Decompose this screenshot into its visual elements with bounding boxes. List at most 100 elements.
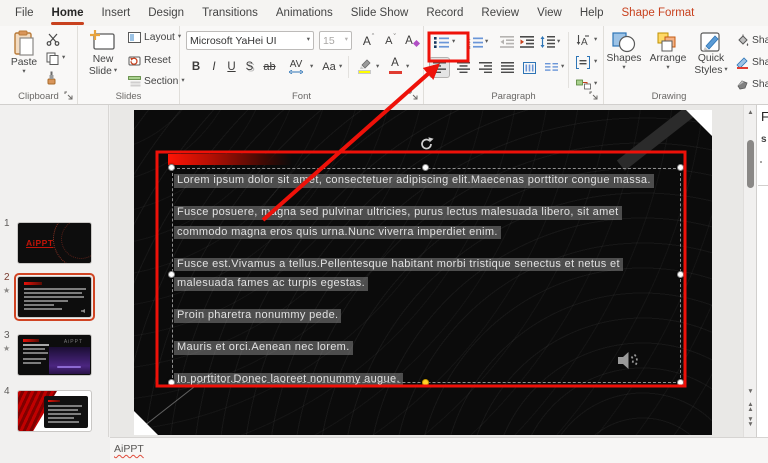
font-dialog-launcher[interactable] xyxy=(409,91,419,101)
numbering-chevron-icon[interactable]: ▾ xyxy=(485,38,488,46)
reset-button[interactable]: Reset xyxy=(128,54,171,66)
paste-button[interactable]: Paste ▾ xyxy=(6,30,42,75)
shape-fill-button[interactable]: Shape Fill xyxy=(736,34,768,47)
text-line[interactable]: Proin pharetra nonummy pede. xyxy=(174,309,342,323)
text-direction-button[interactable]: A xyxy=(574,32,592,48)
new-slide-icon xyxy=(90,30,116,54)
resize-handle-top-right[interactable] xyxy=(677,164,684,171)
font-color-button[interactable]: A xyxy=(387,55,403,77)
highlight-color-button[interactable] xyxy=(355,55,373,77)
slide-thumbnail-2[interactable] xyxy=(17,276,92,318)
cut-button[interactable] xyxy=(46,33,60,46)
quick-styles-button[interactable]: Quick Styles ▾ xyxy=(690,31,732,77)
text-line[interactable]: malesuada fames ac turpis egestas. xyxy=(174,277,368,291)
shape-effects-button[interactable]: Shape Effects xyxy=(736,78,768,91)
bullets-chevron-icon[interactable]: ▾ xyxy=(452,38,455,46)
paragraph-dialog-launcher[interactable] xyxy=(589,91,599,101)
distribute-text-button[interactable] xyxy=(519,57,539,78)
align-text-button[interactable] xyxy=(574,54,592,70)
resize-handle-top-left[interactable] xyxy=(168,164,175,171)
format-painter-button[interactable] xyxy=(46,71,60,85)
character-spacing-chevron-icon[interactable]: ▾ xyxy=(310,63,313,71)
font-name-combobox[interactable]: Microsoft YaHei UI ▾ xyxy=(186,31,314,50)
highlight-chevron-icon[interactable]: ▾ xyxy=(376,63,379,71)
underline-button[interactable]: U xyxy=(224,57,239,77)
tab-design[interactable]: Design xyxy=(139,0,193,26)
rotate-handle[interactable] xyxy=(419,136,434,151)
tab-review[interactable]: Review xyxy=(472,0,528,26)
columns-button[interactable] xyxy=(542,57,560,78)
tab-insert[interactable]: Insert xyxy=(92,0,139,26)
text-direction-chevron-icon[interactable]: ▾ xyxy=(594,36,597,44)
clear-formatting-button[interactable]: A xyxy=(403,31,421,50)
resize-handle-bottom-right[interactable] xyxy=(677,379,684,386)
notes-text[interactable]: AiPPT xyxy=(114,443,144,455)
align-text-chevron-icon[interactable]: ▾ xyxy=(594,58,597,66)
notes-pane[interactable]: AiPPT xyxy=(110,437,768,463)
shapes-button[interactable]: Shapes ▾ xyxy=(604,31,644,71)
decrease-indent-button[interactable] xyxy=(498,33,516,51)
tab-home[interactable]: Home xyxy=(43,0,93,26)
section-button[interactable]: Section ▾ xyxy=(128,76,185,87)
increase-indent-button[interactable] xyxy=(518,33,536,51)
text-line[interactable]: In porttitor.Donec laoreet nonummy augue… xyxy=(174,373,403,387)
clipboard-dialog-launcher[interactable] xyxy=(64,91,74,101)
strikethrough-button[interactable]: ab xyxy=(260,57,279,77)
columns-chevron-icon[interactable]: ▾ xyxy=(561,63,564,71)
adjust-handle-bottom-center[interactable] xyxy=(422,379,429,386)
justify-button[interactable] xyxy=(497,57,517,78)
resize-handle-middle-right[interactable] xyxy=(677,271,684,278)
grow-font-button[interactable]: Aˆ xyxy=(359,31,378,50)
arrange-button[interactable]: Arrange ▾ xyxy=(646,31,690,71)
tab-slide-show[interactable]: Slide Show xyxy=(342,0,418,26)
tab-view[interactable]: View xyxy=(528,0,571,26)
slide-thumbnail-3[interactable]: AiPPT xyxy=(17,334,92,376)
bullets-button[interactable] xyxy=(432,33,450,51)
numbering-button[interactable]: 123 xyxy=(466,33,484,51)
text-line[interactable]: Mauris et orci.Aenean nec lorem. xyxy=(174,341,353,355)
tab-help[interactable]: Help xyxy=(571,0,613,26)
align-center-button[interactable] xyxy=(453,57,473,78)
text-line[interactable]: Fusce est.Vivamus a tellus.Pellentesque … xyxy=(174,257,623,271)
bold-button[interactable]: B xyxy=(188,57,204,77)
italic-button[interactable]: I xyxy=(207,57,221,77)
vertical-scrollbar[interactable]: ▲ ▼ ▲ ▲ ▼ ▼ xyxy=(743,105,756,437)
text-line[interactable]: Fusce posuere, magna sed pulvinar ultric… xyxy=(174,206,622,220)
audio-speaker-icon[interactable] xyxy=(616,350,640,371)
tab-transitions[interactable]: Transitions xyxy=(193,0,267,26)
layout-button[interactable]: Layout ▾ xyxy=(128,32,181,43)
align-left-button[interactable] xyxy=(429,57,450,78)
convert-to-smartart-button[interactable] xyxy=(574,76,592,92)
change-case-chevron-icon[interactable]: ▾ xyxy=(339,63,342,71)
line-spacing-chevron-icon[interactable]: ▾ xyxy=(557,38,560,46)
resize-handle-bottom-left[interactable] xyxy=(168,379,175,386)
shape-outline-button[interactable]: Shape Outline xyxy=(736,56,768,69)
text-box-content[interactable]: Lorem ipsum dolor sit amet, consectetuer… xyxy=(174,170,654,401)
line-spacing-button[interactable] xyxy=(538,33,556,51)
tab-shape-format[interactable]: Shape Format xyxy=(613,0,704,26)
text-line[interactable]: commodo magna eros quis urna.Nunc viverr… xyxy=(174,225,501,239)
tab-animations[interactable]: Animations xyxy=(267,0,342,26)
resize-handle-top-center[interactable] xyxy=(422,164,429,171)
text-shadow-button[interactable]: S xyxy=(242,57,257,77)
scrollbar-thumb[interactable] xyxy=(747,140,754,188)
smartart-chevron-icon[interactable]: ▾ xyxy=(594,80,597,88)
shrink-font-button[interactable]: Aˇ xyxy=(381,31,400,50)
align-right-button[interactable] xyxy=(475,57,495,78)
change-case-button[interactable]: Aa xyxy=(319,57,339,77)
shape-outline-icon xyxy=(736,57,748,69)
resize-handle-middle-left[interactable] xyxy=(168,271,175,278)
slide-thumbnail-1[interactable]: AiPPT xyxy=(17,222,92,264)
slide-canvas[interactable]: Lorem ipsum dolor sit amet, consectetuer… xyxy=(134,110,712,435)
font-size-combobox[interactable]: 15 ▾ xyxy=(319,31,352,50)
character-spacing-button[interactable]: AV xyxy=(283,57,309,77)
shape-fill-label: Shape Fill xyxy=(752,35,768,46)
tab-file[interactable]: File xyxy=(6,0,43,26)
copy-button[interactable]: ▾ xyxy=(46,52,65,65)
tab-record[interactable]: Record xyxy=(417,0,472,26)
slide-thumbnail-4[interactable] xyxy=(17,390,92,432)
font-color-chevron-icon[interactable]: ▾ xyxy=(406,63,409,71)
italic-label: I xyxy=(212,61,216,73)
text-line[interactable]: Lorem ipsum dolor sit amet, consectetuer… xyxy=(174,174,654,188)
new-slide-button[interactable]: New Slide ▾ xyxy=(82,30,124,78)
